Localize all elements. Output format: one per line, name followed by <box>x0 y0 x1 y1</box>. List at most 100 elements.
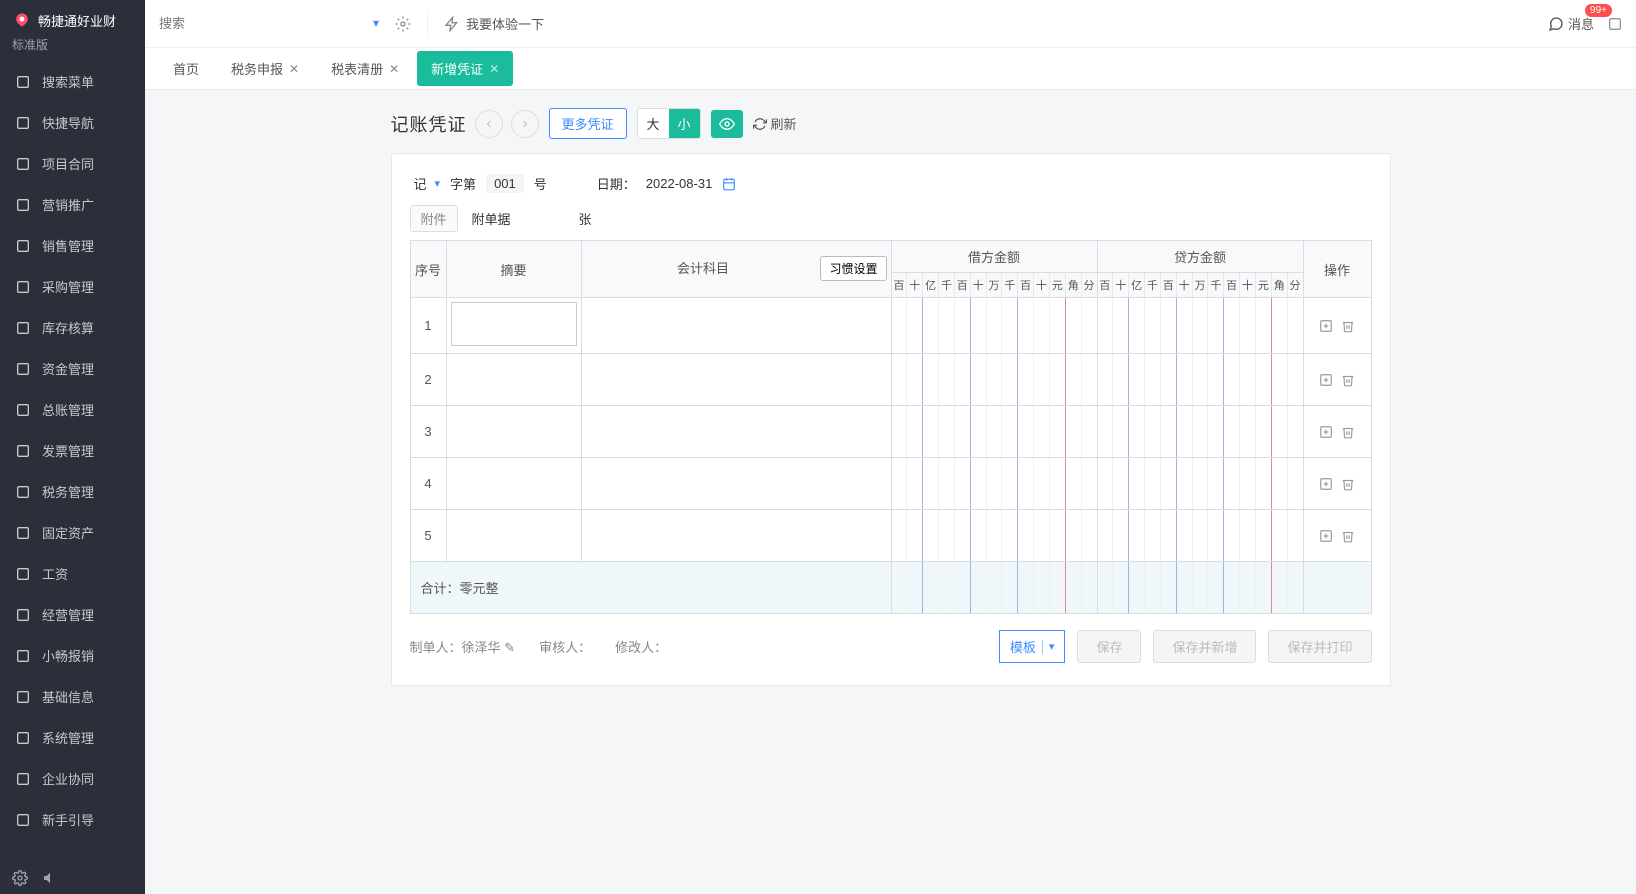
subject-cell[interactable] <box>581 298 891 354</box>
save-button[interactable]: 保存 <box>1077 630 1141 663</box>
add-row-icon[interactable] <box>1319 477 1333 491</box>
calendar-icon[interactable] <box>722 177 736 191</box>
delete-row-icon[interactable] <box>1341 529 1355 543</box>
digit-label: 百 <box>1018 273 1034 297</box>
next-voucher-button[interactable] <box>511 110 539 138</box>
col-summary-header: 摘要 <box>446 241 581 298</box>
sidebar-item-marketing[interactable]: 营销推广 <box>0 184 145 225</box>
credit-cell[interactable] <box>1097 458 1303 510</box>
sidebar-item-fixed-assets[interactable]: 固定资产 <box>0 512 145 553</box>
sidebar-item-purchase[interactable]: 采购管理 <box>0 266 145 307</box>
attach-button[interactable]: 附件 <box>410 205 458 232</box>
close-icon[interactable]: ✕ <box>389 62 399 76</box>
search-input[interactable] <box>159 10 373 37</box>
tab-新增凭证[interactable]: 新增凭证✕ <box>417 51 513 86</box>
subject-cell[interactable] <box>581 406 891 458</box>
sidebar-item-project-contract[interactable]: 项目合同 <box>0 143 145 184</box>
save-and-new-button[interactable]: 保存并新增 <box>1153 630 1256 663</box>
delete-row-icon[interactable] <box>1341 319 1355 333</box>
size-small-button[interactable]: 小 <box>669 109 700 138</box>
credit-cell[interactable] <box>1097 354 1303 406</box>
tab-税表清册[interactable]: 税表清册✕ <box>317 51 413 86</box>
voucher-date[interactable]: 2022-08-31 <box>646 176 713 191</box>
date-label: 日期： <box>597 174 636 193</box>
maker: 制单人：徐泽华 ✎ <box>410 637 516 656</box>
sidebar-item-operation[interactable]: 经营管理 <box>0 594 145 635</box>
debit-cell[interactable] <box>891 510 1097 562</box>
content-area: 记账凭证 更多凭证 大 小 刷新 <box>145 90 1636 894</box>
subject-cell[interactable] <box>581 458 891 510</box>
add-row-icon[interactable] <box>1319 319 1333 333</box>
digit-label: 千 <box>939 273 955 297</box>
refresh-button[interactable]: 刷新 <box>753 114 797 133</box>
seq-cell: 3 <box>410 406 446 458</box>
summary-input[interactable] <box>451 302 577 346</box>
summary-cell[interactable] <box>446 510 581 562</box>
box-icon <box>14 319 32 337</box>
habit-settings-button[interactable]: 习惯设置 <box>820 256 886 281</box>
debit-cell[interactable] <box>891 406 1097 458</box>
edition-label: 标准版 <box>0 36 145 61</box>
debit-total <box>891 562 1097 614</box>
sidebar-item-basic-info[interactable]: 基础信息 <box>0 676 145 717</box>
summary-cell[interactable] <box>446 354 581 406</box>
debit-cell[interactable] <box>891 458 1097 510</box>
close-icon[interactable]: ✕ <box>489 62 499 76</box>
summary-cell[interactable] <box>446 458 581 510</box>
settings-gear-icon[interactable] <box>12 870 28 886</box>
debit-cell[interactable] <box>891 298 1097 354</box>
sidebar-item-ledger[interactable]: 总账管理 <box>0 389 145 430</box>
cart-in-icon <box>14 278 32 296</box>
sidebar-item-search-menu[interactable]: 搜索菜单 <box>0 61 145 102</box>
credit-cell[interactable] <box>1097 510 1303 562</box>
tab-首页[interactable]: 首页 <box>159 51 213 86</box>
messages-button[interactable]: 消息 99+ <box>1548 14 1594 33</box>
expand-icon[interactable] <box>1608 17 1622 31</box>
close-icon[interactable]: ✕ <box>289 62 299 76</box>
sidebar-item-system[interactable]: 系统管理 <box>0 717 145 758</box>
delete-row-icon[interactable] <box>1341 373 1355 387</box>
sidebar-item-sales[interactable]: 销售管理 <box>0 225 145 266</box>
summary-cell[interactable] <box>446 298 581 354</box>
system-icon <box>14 729 32 747</box>
add-row-icon[interactable] <box>1319 425 1333 439</box>
prev-voucher-button[interactable] <box>475 110 503 138</box>
credit-cell[interactable] <box>1097 298 1303 354</box>
summary-cell[interactable] <box>446 406 581 458</box>
delete-row-icon[interactable] <box>1341 425 1355 439</box>
promo-link[interactable]: 我要体验一下 <box>444 14 544 33</box>
size-toggle: 大 小 <box>637 108 701 139</box>
sidebar-item-xiaochang[interactable]: 小畅报销 <box>0 635 145 676</box>
template-button[interactable]: 模板 ▾ <box>999 630 1066 663</box>
delete-row-icon[interactable] <box>1341 477 1355 491</box>
subject-cell[interactable] <box>581 510 891 562</box>
voucher-number[interactable]: 001 <box>486 174 524 193</box>
add-row-icon[interactable] <box>1319 373 1333 387</box>
sidebar-item-inventory[interactable]: 库存核算 <box>0 307 145 348</box>
chevron-down-icon[interactable]: ▾ <box>373 16 379 30</box>
debit-cell[interactable] <box>891 354 1097 406</box>
sidebar-item-label: 发票管理 <box>42 441 94 460</box>
volume-icon[interactable] <box>42 870 58 886</box>
sidebar-item-salary[interactable]: 工资 <box>0 553 145 594</box>
op-cell <box>1303 510 1371 562</box>
edit-icon[interactable]: ✎ <box>504 640 515 655</box>
sidebar-item-quick-nav[interactable]: 快捷导航 <box>0 102 145 143</box>
gear-icon[interactable] <box>395 16 411 32</box>
add-row-icon[interactable] <box>1319 529 1333 543</box>
sidebar-item-invoice[interactable]: 发票管理 <box>0 430 145 471</box>
voucher-type-select[interactable]: 记 ▾ <box>410 172 441 195</box>
auditor: 审核人： <box>539 637 591 656</box>
sidebar-item-funds[interactable]: 资金管理 <box>0 348 145 389</box>
sidebar-item-collab[interactable]: 企业协同 <box>0 758 145 799</box>
size-large-button[interactable]: 大 <box>638 109 669 138</box>
tab-税务申报[interactable]: 税务申报✕ <box>217 51 313 86</box>
col-debit-header: 借方金额 百十亿千百十万千百十元角分 <box>891 241 1097 298</box>
subject-cell[interactable] <box>581 354 891 406</box>
save-and-print-button[interactable]: 保存并打印 <box>1268 630 1371 663</box>
sidebar-item-guide[interactable]: 新手引导 <box>0 799 145 840</box>
more-vouchers-button[interactable]: 更多凭证 <box>549 108 627 139</box>
preview-button[interactable] <box>711 110 743 138</box>
credit-cell[interactable] <box>1097 406 1303 458</box>
sidebar-item-tax[interactable]: 税务管理 <box>0 471 145 512</box>
